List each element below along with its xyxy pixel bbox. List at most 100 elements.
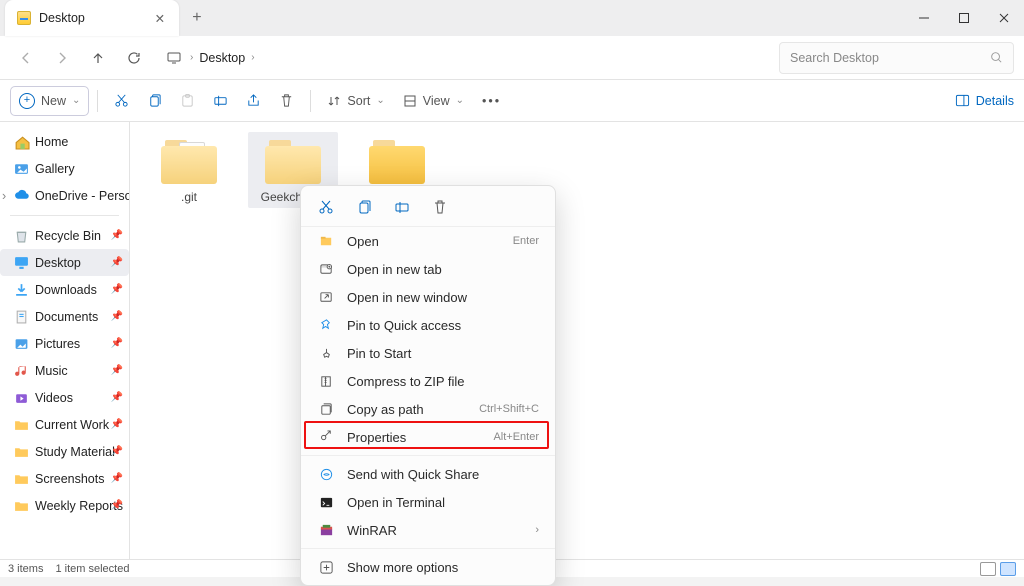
- sidebar-item-current-work[interactable]: Current Work📌: [0, 411, 129, 438]
- more-button[interactable]: •••: [474, 85, 509, 117]
- content-pane[interactable]: .gitGeekchamp: [130, 122, 1024, 559]
- cloud-icon: [14, 188, 29, 203]
- sidebar-item-gallery[interactable]: Gallery: [0, 155, 129, 182]
- thumbnails-view-button[interactable]: [1000, 562, 1016, 576]
- pin-icon: 📌: [111, 257, 123, 268]
- ctx-label: Open in new tab: [347, 262, 442, 277]
- refresh-button[interactable]: [118, 42, 150, 74]
- ctx-send-with-quick-share[interactable]: Send with Quick Share: [301, 460, 555, 488]
- chevron-right-icon: ›: [190, 52, 193, 63]
- newwin-icon: [317, 288, 335, 306]
- delete-button[interactable]: [271, 85, 302, 117]
- search-placeholder: Search Desktop: [790, 51, 879, 65]
- breadcrumb[interactable]: › Desktop ›: [154, 42, 775, 74]
- winrar-icon: [317, 521, 335, 539]
- tab-title: Desktop: [39, 11, 85, 25]
- ctx-pin-to-quick-access[interactable]: Pin to Quick access: [301, 311, 555, 339]
- sort-icon: [327, 94, 341, 108]
- window-tab[interactable]: Desktop ✕: [5, 0, 179, 36]
- search-input[interactable]: Search Desktop: [779, 42, 1014, 74]
- rename-icon[interactable]: [393, 198, 411, 216]
- copy-button[interactable]: [139, 85, 170, 117]
- sidebar-item-label: Current Work: [35, 418, 109, 432]
- view-label: View: [423, 94, 450, 108]
- pin-icon: 📌: [111, 500, 123, 511]
- sidebar-item-label: Gallery: [35, 162, 75, 176]
- folder-icon: [14, 417, 29, 432]
- close-button[interactable]: [984, 0, 1024, 36]
- sidebar-item-pictures[interactable]: Pictures📌: [0, 330, 129, 357]
- details-view-button[interactable]: [980, 562, 996, 576]
- minimize-button[interactable]: [904, 0, 944, 36]
- ctx-properties[interactable]: PropertiesAlt+Enter: [301, 423, 555, 451]
- sort-label: Sort: [347, 94, 370, 108]
- ctx-open-in-new-window[interactable]: Open in new window: [301, 283, 555, 311]
- file-item[interactable]: .git: [144, 132, 234, 208]
- copy-icon[interactable]: [355, 198, 373, 216]
- sidebar-item-label: Study Material: [35, 445, 115, 459]
- ctx-open-in-terminal[interactable]: Open in Terminal: [301, 488, 555, 516]
- item-count: 3 items: [8, 563, 43, 575]
- plus-circle-icon: +: [19, 93, 35, 109]
- sort-button[interactable]: Sort ⌄: [319, 85, 392, 117]
- sidebar-item-videos[interactable]: Videos📌: [0, 384, 129, 411]
- pin-icon: 📌: [111, 311, 123, 322]
- sidebar-item-downloads[interactable]: Downloads 📌: [0, 276, 129, 303]
- ctx-label: Compress to ZIP file: [347, 374, 465, 389]
- sidebar-item-weekly-reports[interactable]: Weekly Reports📌: [0, 492, 129, 519]
- back-button[interactable]: [10, 42, 42, 74]
- ctx-compress-to-zip-file[interactable]: Compress to ZIP file: [301, 367, 555, 395]
- sidebar-item-home[interactable]: Home: [0, 128, 129, 155]
- copypath-icon: [317, 400, 335, 418]
- download-icon: [14, 282, 29, 297]
- sidebar-item-documents[interactable]: Documents📌: [0, 303, 129, 330]
- pin-icon: 📌: [111, 338, 123, 349]
- up-button[interactable]: [82, 42, 114, 74]
- ctx-shortcut: Ctrl+Shift+C: [479, 403, 539, 415]
- ctx-winrar[interactable]: WinRAR›: [301, 516, 555, 544]
- newtab-icon: [317, 260, 335, 278]
- folder-icon: [265, 140, 321, 184]
- details-icon: [955, 93, 970, 108]
- cut-icon[interactable]: [317, 198, 335, 216]
- zip-icon: [317, 372, 335, 390]
- ctx-label: Send with Quick Share: [347, 467, 479, 482]
- breadcrumb-current[interactable]: Desktop: [199, 51, 245, 65]
- pin-icon: 📌: [111, 284, 123, 295]
- tab-close-icon[interactable]: ✕: [153, 11, 167, 26]
- ctx-open-in-new-tab[interactable]: Open in new tab: [301, 255, 555, 283]
- sidebar-item-onedrive-personal[interactable]: OneDrive - Personal: [0, 182, 129, 209]
- maximize-button[interactable]: [944, 0, 984, 36]
- ctx-pin-to-start[interactable]: Pin to Start: [301, 339, 555, 367]
- details-pane-button[interactable]: Details: [955, 93, 1014, 108]
- view-button[interactable]: View ⌄: [395, 85, 472, 117]
- monitor-icon: [164, 42, 184, 74]
- forward-button[interactable]: [46, 42, 78, 74]
- more-options-icon: [317, 558, 335, 576]
- terminal-icon: [317, 493, 335, 511]
- ctx-open[interactable]: OpenEnter: [301, 227, 555, 255]
- delete-icon[interactable]: [431, 198, 449, 216]
- search-icon: [990, 51, 1003, 64]
- bin-icon: [14, 228, 29, 243]
- music-icon: [14, 363, 29, 378]
- new-tab-button[interactable]: +: [179, 9, 215, 27]
- sidebar-item-desktop[interactable]: Desktop📌: [0, 249, 129, 276]
- pin-icon: 📌: [111, 473, 123, 484]
- sidebar-item-recycle-bin[interactable]: Recycle Bin📌: [0, 222, 129, 249]
- share-button[interactable]: [238, 85, 269, 117]
- home-icon: [14, 134, 29, 149]
- sidebar-item-screenshots[interactable]: Screenshots📌: [0, 465, 129, 492]
- sidebar-item-study-material[interactable]: Study Material📌: [0, 438, 129, 465]
- pinstart-icon: [317, 344, 335, 362]
- folder-icon: [14, 444, 29, 459]
- cut-button[interactable]: [106, 85, 137, 117]
- sidebar-item-label: Downloads: [35, 283, 97, 297]
- sidebar-item-music[interactable]: Music📌: [0, 357, 129, 384]
- folder-icon: [17, 11, 31, 25]
- ctx-copy-as-path[interactable]: Copy as pathCtrl+Shift+C: [301, 395, 555, 423]
- new-button[interactable]: + New ⌄: [10, 86, 89, 116]
- rename-button[interactable]: [205, 85, 236, 117]
- file-label: .git: [181, 190, 197, 204]
- ctx-shortcut: Enter: [513, 235, 539, 247]
